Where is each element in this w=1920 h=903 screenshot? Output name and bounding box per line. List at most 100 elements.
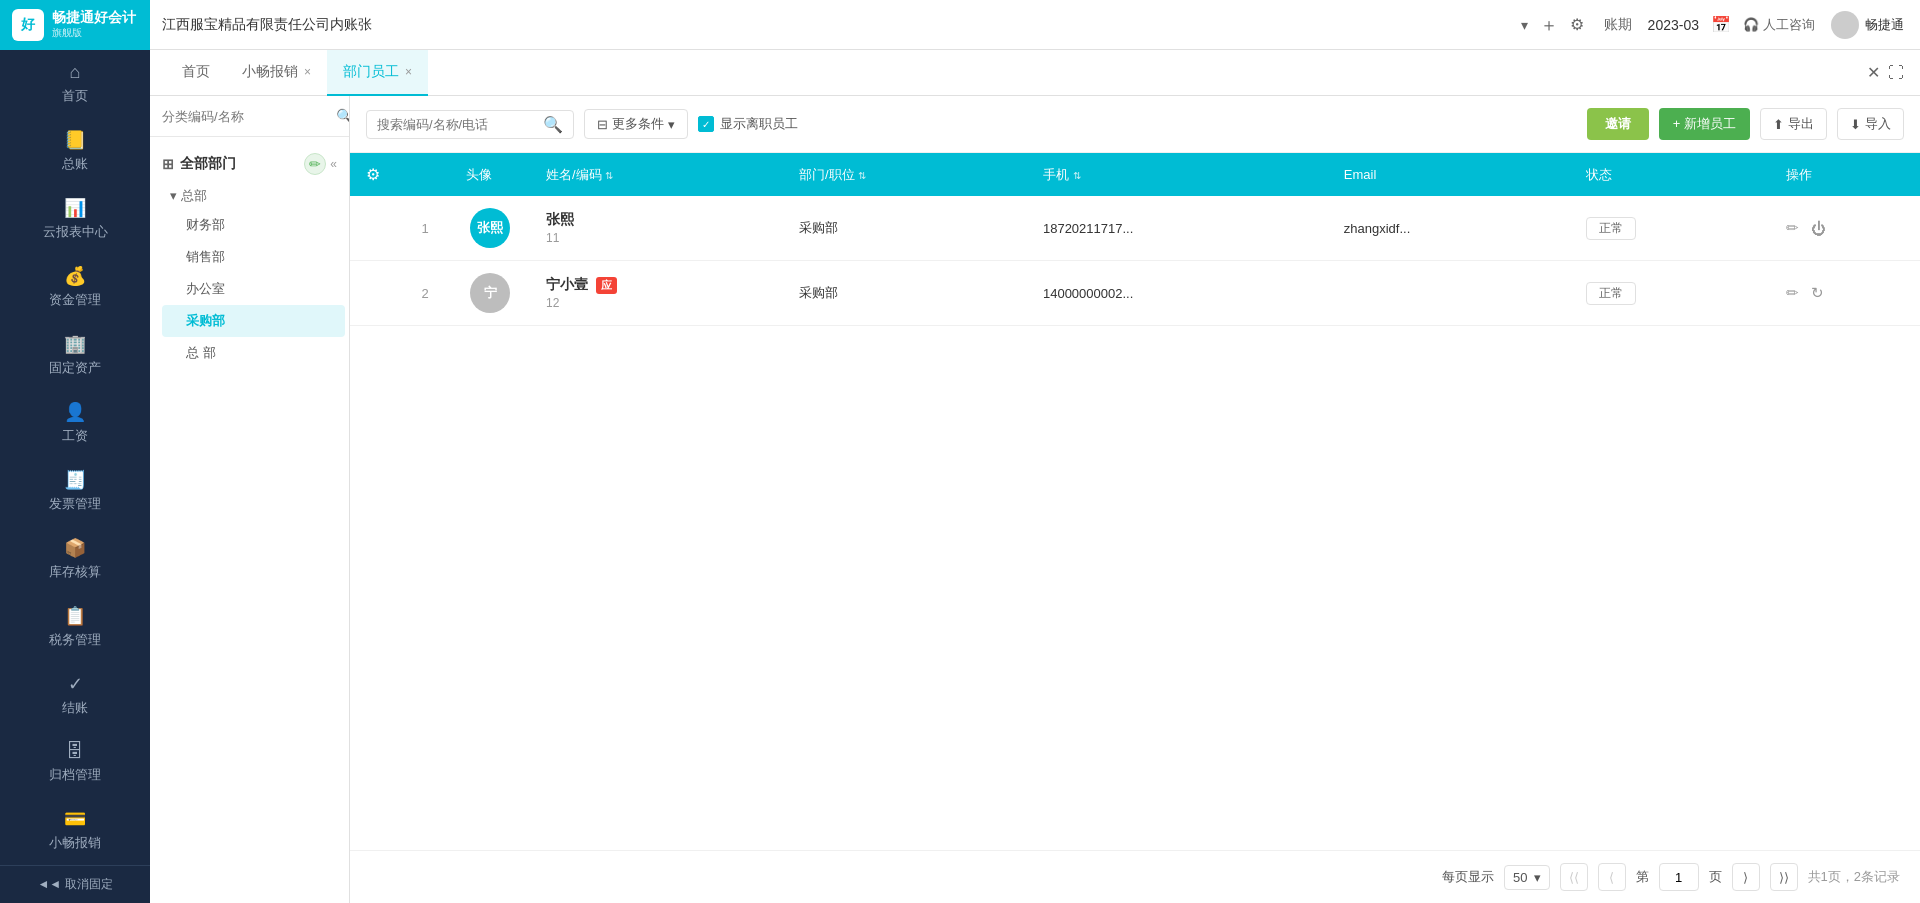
page-first-button[interactable]: ⟨⟨ (1560, 863, 1588, 891)
table-row: 2 宁 宁小壹 应 (350, 261, 1920, 326)
logout-icon[interactable]: ⏻ (1811, 220, 1826, 237)
dept-collapse-button[interactable]: « (330, 153, 337, 175)
show-resigned-checkbox[interactable]: ✓ (698, 116, 714, 132)
tab-window-close-button[interactable]: ✕ (1867, 63, 1880, 82)
emp-name: 宁小壹 应 (546, 276, 767, 294)
sidebar-item-reports[interactable]: 📊 云报表中心 (0, 185, 150, 253)
col-email: Email (1328, 153, 1570, 196)
name-sort-icon: ⇅ (605, 170, 613, 181)
pagination: 每页显示 50 ▾ ⟨⟨ ⟨ 第 页 ⟩ ⟩⟩ 共1页，2条记录 (350, 850, 1920, 903)
assets-icon: 🏢 (64, 333, 86, 355)
page-last-button[interactable]: ⟩⟩ (1770, 863, 1798, 891)
row-avatar-cell: 宁 (450, 261, 530, 326)
dept-all-button[interactable]: ⊞ 全部部门 ✏ « (150, 145, 349, 183)
dept-item-office[interactable]: 办公室 (162, 273, 345, 305)
search-box: 🔍 (366, 110, 574, 139)
sidebar-item-salary[interactable]: 👤 工资 (0, 389, 150, 457)
sidebar-item-home[interactable]: ⌂ 首页 (0, 50, 150, 117)
col-settings: ⚙ (350, 153, 400, 196)
row-email-cell: zhangxidf... (1328, 196, 1570, 261)
tab-dept-emp-close[interactable]: × (405, 65, 412, 79)
per-page-chevron-icon: ▾ (1534, 870, 1541, 885)
tab-expense[interactable]: 小畅报销 × (226, 50, 327, 96)
dept-item-sales[interactable]: 销售部 (162, 241, 345, 273)
calendar-icon[interactable]: 📅 (1711, 15, 1731, 34)
user-area[interactable]: 畅捷通 (1831, 11, 1904, 39)
emp-code: 11 (546, 231, 767, 245)
dept-search-area: 🔍 (150, 96, 349, 137)
show-resigned-label[interactable]: ✓ 显示离职员工 (698, 115, 798, 133)
sidebar-item-label: 归档管理 (49, 766, 101, 784)
dept-item-finance[interactable]: 财务部 (162, 209, 345, 241)
tabs-bar: 首页 小畅报销 × 部门员工 × ✕ ⛶ (150, 50, 1920, 96)
edit-icon[interactable]: ✏ (1786, 284, 1799, 302)
add-company-button[interactable]: ＋ (1540, 13, 1558, 37)
sidebar-item-inventory[interactable]: 📦 库存核算 (0, 525, 150, 593)
dept-search-input[interactable] (162, 109, 330, 124)
row-dept-cell: 采购部 (783, 196, 1027, 261)
dept-item-purchase[interactable]: 采购部 (162, 305, 345, 337)
invite-button[interactable]: 邀请 (1587, 108, 1649, 140)
company-name: 江西服宝精品有限责任公司内账张 (162, 16, 1509, 34)
per-page-select[interactable]: 50 ▾ (1504, 865, 1549, 890)
account-period-value: 2023-03 (1648, 17, 1699, 33)
tab-dept-emp[interactable]: 部门员工 × (327, 50, 428, 96)
sidebar-unfix-button[interactable]: ◄◄ 取消固定 (0, 865, 150, 903)
reports-icon: 📊 (64, 197, 86, 219)
sidebar-item-expense[interactable]: 💳 小畅报销 (0, 796, 150, 864)
row-status-cell: 正常 (1570, 261, 1770, 326)
row-phone-cell: 14000000002... (1027, 261, 1328, 326)
edit-icon[interactable]: ✏ (1786, 219, 1799, 237)
tab-expense-close[interactable]: × (304, 65, 311, 79)
row-settings-cell (350, 261, 400, 326)
col-avatar: 头像 (450, 153, 530, 196)
logo-icon: 好 (12, 9, 44, 41)
dept-sort-icon: ⇅ (858, 170, 866, 181)
emp-toolbar: 🔍 ⊟ 更多条件 ▾ ✓ 显示离职员工 邀请 + 新增员工 (350, 96, 1920, 153)
sidebar-item-ledger[interactable]: 📒 总账 (0, 117, 150, 185)
sidebar-scroll: ⌂ 首页 📒 总账 📊 云报表中心 💰 资金管理 🏢 固定资产 👤 工资 (0, 50, 150, 865)
dept-item-hq[interactable]: 总 部 (162, 337, 345, 369)
search-icon[interactable]: 🔍 (543, 115, 563, 134)
add-employee-button[interactable]: + 新增员工 (1659, 108, 1750, 140)
company-settings-button[interactable]: ⚙ (1570, 15, 1584, 34)
emp-name: 张熙 (546, 211, 767, 229)
col-num (400, 153, 450, 196)
row-avatar-cell: 张熙 (450, 196, 530, 261)
col-settings-icon[interactable]: ⚙ (366, 166, 380, 183)
sidebar-item-label: 固定资产 (49, 359, 101, 377)
page-prev-button[interactable]: ⟨ (1598, 863, 1626, 891)
page-next-button[interactable]: ⟩ (1732, 863, 1760, 891)
dept-panel: 🔍 ⊞ 全部部门 ✏ « ▾ 总部 财务部 销售部 (150, 96, 350, 903)
col-name[interactable]: 姓名/编码 ⇅ (530, 153, 783, 196)
sidebar-item-funds[interactable]: 💰 资金管理 (0, 253, 150, 321)
service-button[interactable]: 🎧 人工咨询 (1743, 16, 1815, 34)
filter-button[interactable]: ⊟ 更多条件 ▾ (584, 109, 688, 139)
sidebar-item-label: 总账 (62, 155, 88, 173)
dept-search-icon[interactable]: 🔍 (336, 108, 350, 124)
sidebar-item-invoice[interactable]: 🧾 发票管理 (0, 457, 150, 525)
dept-edit-button[interactable]: ✏ (304, 153, 326, 175)
dept-parent-label: ▾ 总部 (158, 183, 349, 209)
phone-sort-icon: ⇅ (1073, 170, 1081, 181)
company-dropdown-button[interactable]: ▾ (1521, 17, 1528, 33)
salary-icon: 👤 (64, 401, 86, 423)
page-input[interactable] (1659, 863, 1699, 891)
sidebar-item-tax[interactable]: 📋 税务管理 (0, 593, 150, 661)
row-dept-cell: 采购部 (783, 261, 1027, 326)
row-name-cell: 张熙 11 (530, 196, 783, 261)
tab-window-expand-button[interactable]: ⛶ (1888, 63, 1904, 82)
col-dept[interactable]: 部门/职位 ⇅ (783, 153, 1027, 196)
archive-icon: 🗄 (66, 741, 84, 762)
emp-search-input[interactable] (377, 117, 537, 132)
refresh-icon[interactable]: ↻ (1811, 284, 1824, 302)
col-phone[interactable]: 手机 ⇅ (1027, 153, 1328, 196)
invoice-icon: 🧾 (64, 469, 86, 491)
logo-area: 好 畅捷通好会计 旗舰版 (0, 0, 150, 50)
sidebar-item-assets[interactable]: 🏢 固定资产 (0, 321, 150, 389)
sidebar-item-archive[interactable]: 🗄 归档管理 (0, 729, 150, 796)
tab-home[interactable]: 首页 (166, 50, 226, 96)
export-button[interactable]: ⬆ 导出 (1760, 108, 1827, 140)
sidebar-item-close[interactable]: ✓ 结账 (0, 661, 150, 729)
import-button[interactable]: ⬇ 导入 (1837, 108, 1904, 140)
